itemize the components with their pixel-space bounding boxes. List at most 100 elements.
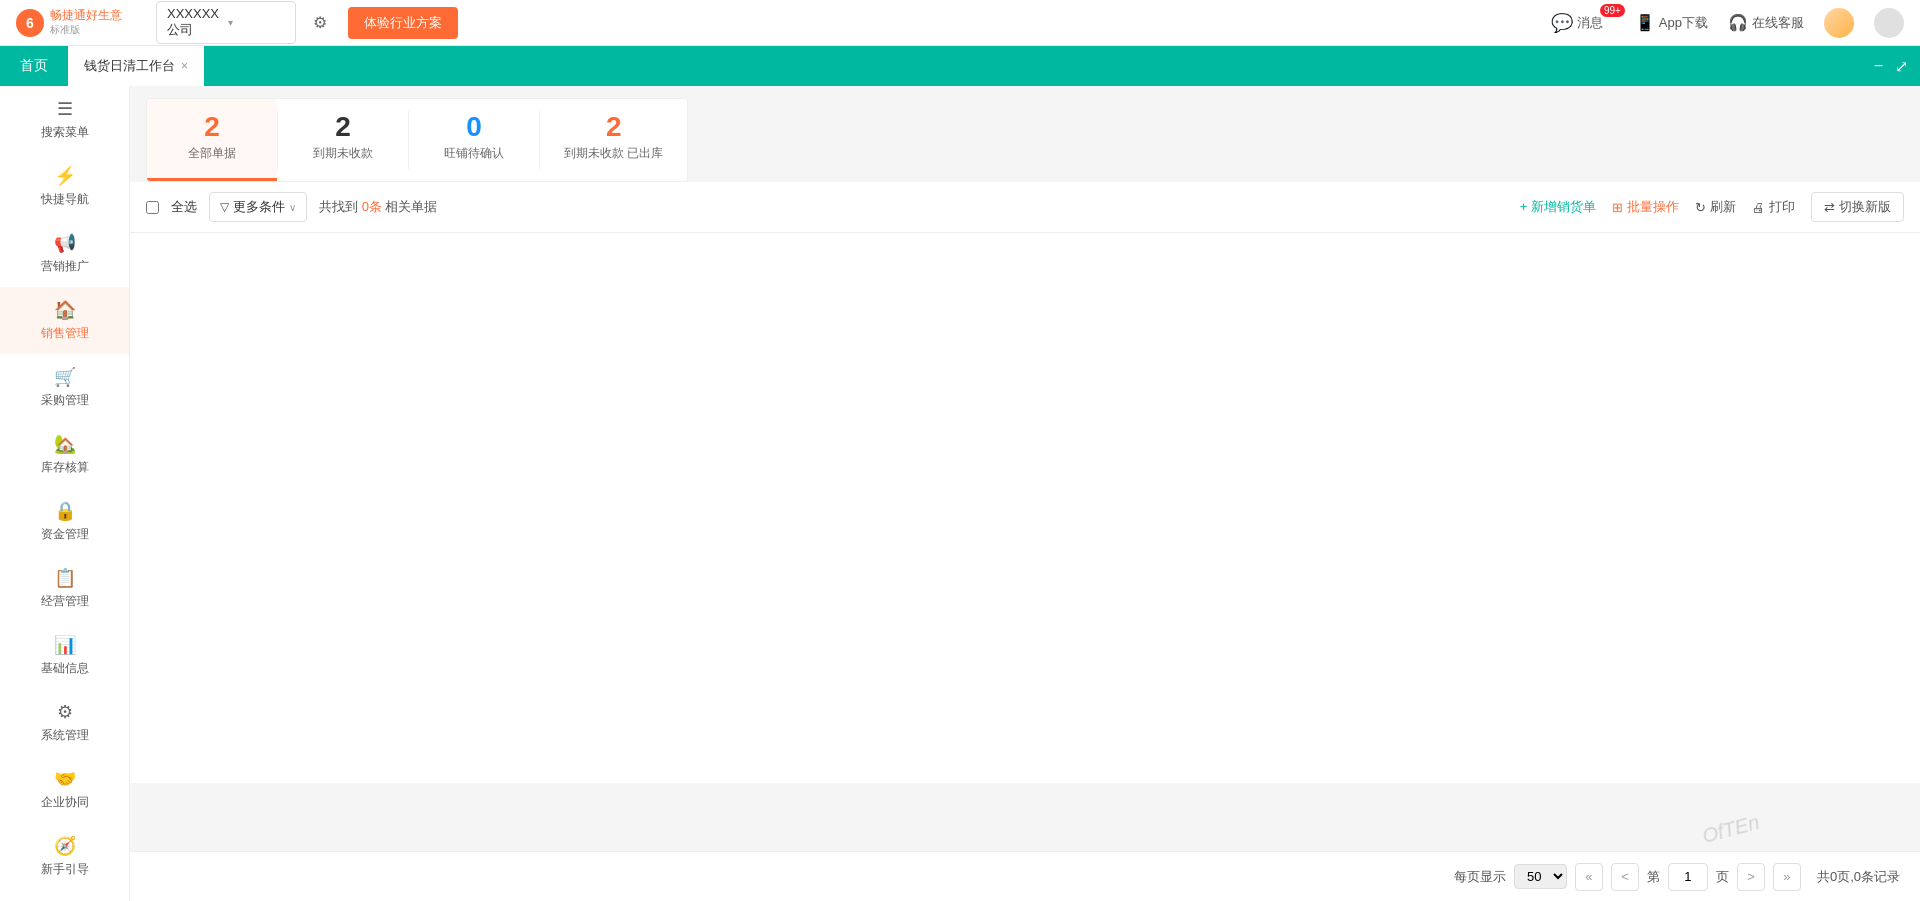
tab-home[interactable]: 首页 — [0, 46, 68, 86]
stat-label-all: 全部单据 — [188, 145, 236, 162]
sidebar-item-operations[interactable]: 📋 经营管理 — [0, 555, 129, 622]
switch-button[interactable]: ⇄ 切换新版 — [1811, 192, 1904, 222]
sidebar-label-guide: 新手引导 — [41, 861, 89, 878]
prev-page-icon: < — [1621, 869, 1629, 884]
sidebar-item-app-center[interactable]: 📦 应用中心 — [0, 890, 129, 901]
company-selector[interactable]: XXXXXX公司 ▾ — [156, 1, 296, 44]
online-service-label: 在线客服 — [1752, 14, 1804, 32]
sidebar-item-search[interactable]: ☰ 搜索菜单 — [0, 86, 129, 153]
sidebar-label-system: 系统管理 — [41, 727, 89, 744]
online-service-item[interactable]: 🎧 在线客服 — [1728, 13, 1804, 32]
logo-area: 6 畅捷通好生意 标准版 — [16, 8, 146, 38]
next-page-button[interactable]: > — [1737, 863, 1765, 891]
filter-button[interactable]: ▽ 更多条件 ∨ — [209, 192, 307, 222]
logo-sub: 标准版 — [50, 23, 122, 37]
batch-operation-button[interactable]: ⊞ 批量操作 — [1612, 198, 1679, 216]
sidebar: ☰ 搜索菜单 ⚡ 快捷导航 📢 营销推广 🏠 销售管理 🛒 采购管理 🏡 库存核… — [0, 86, 130, 901]
sidebar-label-search: 搜索菜单 — [41, 124, 89, 141]
stat-card-overdue[interactable]: 2 到期未收款 — [278, 99, 408, 181]
message-icon: 💬 — [1551, 12, 1573, 34]
online-service-icon: 🎧 — [1728, 13, 1748, 32]
tab-bar-actions: − ⤢ — [1874, 57, 1920, 76]
sidebar-item-sales[interactable]: 🏠 销售管理 — [0, 287, 129, 354]
total-info: 共0页,0条记录 — [1817, 868, 1900, 886]
stat-num-overdue: 2 — [335, 111, 351, 143]
app-download-item[interactable]: 📱 App下载 — [1635, 13, 1708, 32]
cooperation-icon: 🤝 — [54, 768, 76, 790]
sidebar-label-purchase: 采购管理 — [41, 392, 89, 409]
system-icon: ⚙ — [57, 701, 73, 723]
sidebar-item-inventory[interactable]: 🏡 库存核算 — [0, 421, 129, 488]
stats-section: 2 全部单据 2 到期未收款 0 旺铺待确认 2 到期未收款 已出库 — [130, 86, 1920, 182]
filter-arrow-icon: ∨ — [289, 202, 296, 213]
refresh-button[interactable]: ↻ 刷新 — [1695, 198, 1736, 216]
prev-page-button[interactable]: < — [1611, 863, 1639, 891]
messages-item[interactable]: 💬 消息 99+ — [1551, 12, 1615, 34]
table-area — [130, 233, 1920, 783]
batch-icon: ⊞ — [1612, 200, 1623, 215]
guide-icon: 🧭 — [54, 835, 76, 857]
toolbar-right: + 新增销货单 ⊞ 批量操作 ↻ 刷新 🖨 打印 — [1520, 192, 1904, 222]
sidebar-item-quick-nav[interactable]: ⚡ 快捷导航 — [0, 153, 129, 220]
found-text: 共找到 0条 相关单据 — [319, 198, 437, 216]
filter-icon: ▽ — [220, 200, 229, 214]
found-suffix: 相关单据 — [385, 199, 437, 214]
logo-icon: 6 — [16, 9, 44, 37]
sidebar-label-marketing: 营销推广 — [41, 258, 89, 275]
messages-label: 消息 — [1577, 14, 1603, 32]
avatar-placeholder — [1874, 8, 1904, 38]
settings-icon[interactable]: ⚙ — [304, 7, 336, 39]
messages-badge: 99+ — [1600, 4, 1625, 17]
operations-icon: 📋 — [54, 567, 76, 589]
stat-label-overdue: 到期未收款 — [313, 145, 373, 162]
tab-close-icon[interactable]: × — [181, 59, 188, 73]
per-page-select[interactable]: 50 — [1514, 864, 1567, 889]
sidebar-item-marketing[interactable]: 📢 营销推广 — [0, 220, 129, 287]
add-sale-button[interactable]: + 新增销货单 — [1520, 198, 1596, 216]
page-label: 第 — [1647, 868, 1660, 886]
app-download-label: App下载 — [1659, 14, 1708, 32]
refresh-icon: ↻ — [1695, 200, 1706, 215]
inventory-icon: 🏡 — [54, 433, 76, 455]
sidebar-label-cooperation: 企业协同 — [41, 794, 89, 811]
tab-minimize-icon[interactable]: − — [1874, 57, 1883, 75]
per-page-label: 每页显示 — [1454, 868, 1506, 886]
tab-bar: 首页 钱货日清工作台 × − ⤢ — [0, 46, 1920, 86]
app-download-icon: 📱 — [1635, 13, 1655, 32]
stat-card-all[interactable]: 2 全部单据 — [147, 99, 277, 181]
stat-label-shipped: 到期未收款 已出库 — [564, 145, 663, 162]
sidebar-label-inventory: 库存核算 — [41, 459, 89, 476]
base-info-icon: 📊 — [54, 634, 76, 656]
sidebar-item-system[interactable]: ⚙ 系统管理 — [0, 689, 129, 756]
stat-card-pending[interactable]: 0 旺铺待确认 — [409, 99, 539, 181]
print-icon: 🖨 — [1752, 200, 1765, 215]
refresh-label: 刷新 — [1710, 198, 1736, 216]
tab-fullscreen-icon[interactable]: ⤢ — [1895, 57, 1908, 76]
sidebar-item-cooperation[interactable]: 🤝 企业协同 — [0, 756, 129, 823]
search-menu-icon: ☰ — [57, 98, 73, 120]
sidebar-label-finance: 资金管理 — [41, 526, 89, 543]
sidebar-item-purchase[interactable]: 🛒 采购管理 — [0, 354, 129, 421]
finance-icon: 🔒 — [54, 500, 76, 522]
sidebar-label-operations: 经营管理 — [41, 593, 89, 610]
tab-active-label: 钱货日清工作台 — [84, 57, 175, 75]
print-button[interactable]: 🖨 打印 — [1752, 198, 1795, 216]
last-page-button[interactable]: » — [1773, 863, 1801, 891]
sidebar-item-guide[interactable]: 🧭 新手引导 — [0, 823, 129, 890]
select-all-checkbox[interactable] — [146, 201, 159, 214]
stat-num-all: 2 — [204, 111, 220, 143]
sidebar-item-finance[interactable]: 🔒 资金管理 — [0, 488, 129, 555]
stat-card-shipped[interactable]: 2 到期未收款 已出库 — [540, 99, 687, 181]
page-number-input[interactable] — [1668, 863, 1708, 891]
sidebar-label-base-info: 基础信息 — [41, 660, 89, 677]
next-page-icon: > — [1747, 869, 1755, 884]
quick-nav-icon: ⚡ — [54, 165, 76, 187]
tab-active[interactable]: 钱货日清工作台 × — [68, 46, 204, 86]
filter-label: 更多条件 — [233, 198, 285, 216]
sidebar-item-base-info[interactable]: 📊 基础信息 — [0, 622, 129, 689]
avatar[interactable] — [1824, 8, 1854, 38]
trial-button[interactable]: 体验行业方案 — [348, 7, 458, 39]
found-prefix: 共找到 — [319, 199, 358, 214]
first-page-button[interactable]: « — [1575, 863, 1603, 891]
sales-icon: 🏠 — [54, 299, 76, 321]
